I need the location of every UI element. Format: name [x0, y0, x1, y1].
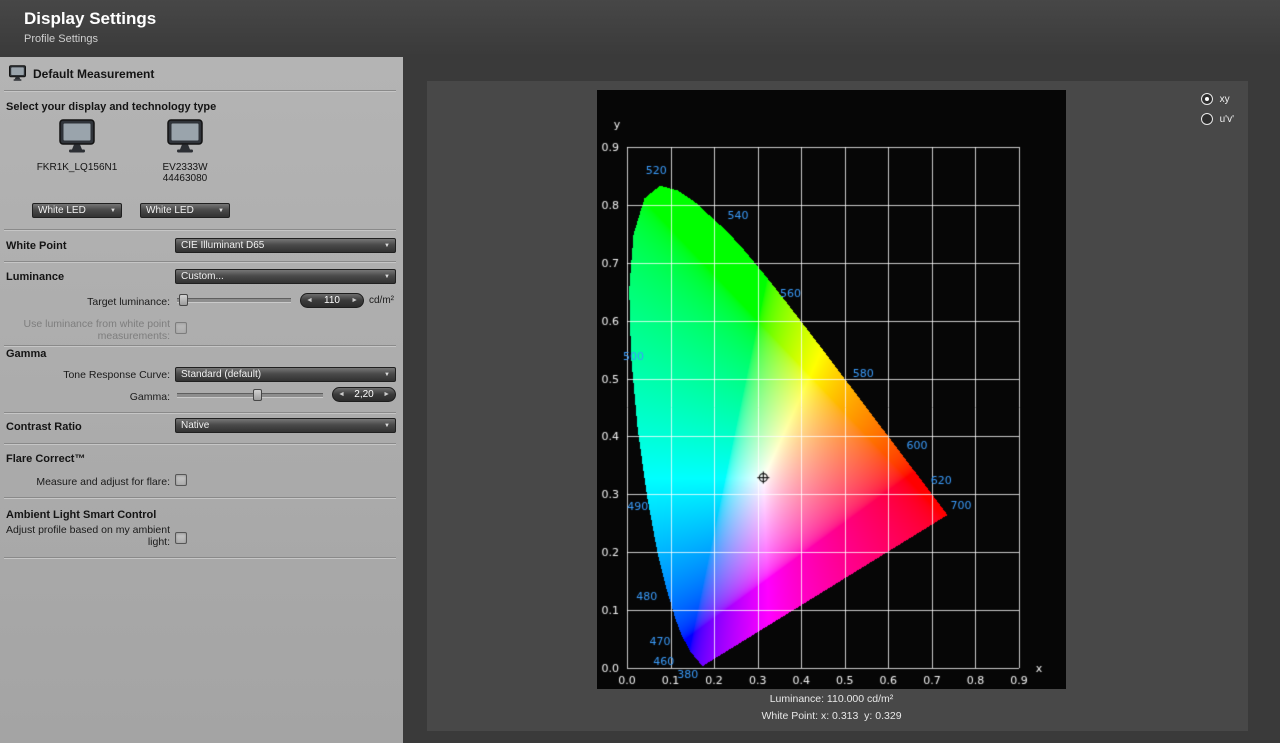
chromaticity-panel: Luminance: 110.000 cd/m² White Point: x:… — [427, 81, 1248, 731]
luminance-dropdown[interactable]: Custom... ▼ — [175, 269, 396, 284]
gamma-spinner[interactable]: ◄ 2,20 ► — [332, 387, 396, 402]
white-point-label: White Point — [6, 240, 67, 252]
luminance-unit-label: cd/m² — [369, 295, 394, 306]
chevron-down-icon: ▼ — [384, 274, 390, 280]
display-option-2[interactable]: EV2333W 44463080 — [130, 119, 240, 184]
white-point-readout: White Point: x: 0.313 y: 0.329 — [597, 708, 1066, 725]
display-name: EV2333W — [130, 162, 240, 173]
display-serial: 44463080 — [130, 173, 240, 184]
use-wp-luminance-checkbox[interactable] — [175, 322, 187, 334]
white-point-dropdown[interactable]: CIE Illuminant D65 ▼ — [175, 238, 396, 253]
slider-track[interactable] — [177, 393, 323, 398]
technology-dropdown-1[interactable]: White LED ▼ — [32, 203, 122, 218]
monitor-icon — [56, 119, 98, 155]
decrement-icon[interactable]: ◄ — [338, 391, 345, 398]
chevron-down-icon: ▼ — [384, 372, 390, 378]
luminance-readout: Luminance: 110.000 cd/m² — [597, 691, 1066, 708]
gamma-value-label: Gamma: — [0, 391, 170, 403]
monitor-icon — [164, 119, 206, 155]
contrast-ratio-dropdown-value: Native — [181, 420, 380, 431]
gamma-value: 2,20 — [345, 389, 383, 400]
slider-handle[interactable] — [253, 389, 262, 401]
flare-correct-label: Flare Correct™ — [6, 453, 85, 465]
chart-column: Luminance: 110.000 cd/m² White Point: x:… — [597, 90, 1066, 725]
technology-dropdown-2-value: White LED — [146, 205, 214, 216]
ambient-light-label: Ambient Light Smart Control — [6, 509, 156, 521]
panel-head: Default Measurement — [8, 65, 154, 82]
divider — [4, 557, 396, 559]
trc-dropdown[interactable]: Standard (default) ▼ — [175, 367, 396, 382]
monitor-icon — [8, 65, 27, 82]
gamma-slider[interactable] — [177, 389, 323, 401]
page-subtitle: Profile Settings — [24, 33, 98, 45]
gamma-section-label: Gamma — [6, 348, 46, 360]
divider — [4, 497, 396, 499]
radio-xy-label: xy — [1220, 94, 1230, 105]
radio-unselected-icon — [1201, 113, 1213, 125]
target-luminance-label: Target luminance: — [0, 296, 170, 308]
display-name: FKR1K_LQ156N1 — [22, 162, 132, 173]
chevron-down-icon: ▼ — [110, 208, 116, 214]
chart-readouts: Luminance: 110.000 cd/m² White Point: x:… — [597, 691, 1066, 725]
display-option-1[interactable]: FKR1K_LQ156N1 — [22, 119, 132, 173]
trc-label: Tone Response Curve: — [0, 369, 170, 381]
cie-canvas — [597, 90, 1066, 689]
contrast-ratio-dropdown[interactable]: Native ▼ — [175, 418, 396, 433]
chevron-down-icon: ▼ — [384, 423, 390, 429]
divider — [4, 261, 396, 263]
radio-uv-label: u'v' — [1220, 114, 1234, 125]
ambient-checkbox[interactable] — [175, 532, 187, 544]
decrement-icon[interactable]: ◄ — [306, 297, 313, 304]
radio-selected-icon — [1201, 93, 1213, 105]
contrast-ratio-label: Contrast Ratio — [6, 421, 82, 433]
trc-dropdown-value: Standard (default) — [181, 369, 380, 380]
slider-track[interactable] — [177, 298, 291, 303]
technology-dropdown-2[interactable]: White LED ▼ — [140, 203, 230, 218]
target-luminance-slider[interactable] — [177, 294, 291, 306]
use-wp-luminance-label: Use luminance from white point measureme… — [0, 318, 170, 342]
divider — [4, 412, 396, 414]
luminance-dropdown-value: Custom... — [181, 271, 380, 282]
luminance-label: Luminance — [6, 271, 64, 283]
target-luminance-value: 110 — [313, 295, 351, 306]
flare-checkbox-label: Measure and adjust for flare: — [0, 476, 170, 488]
technology-dropdown-1-value: White LED — [38, 205, 106, 216]
divider — [4, 90, 396, 92]
flare-checkbox[interactable] — [175, 474, 187, 486]
measurement-settings-panel: Default Measurement Select your display … — [0, 57, 403, 743]
radio-uv[interactable]: u'v' — [1201, 113, 1234, 125]
chevron-down-icon: ▼ — [384, 243, 390, 249]
header: Display Settings Profile Settings — [0, 0, 1280, 57]
radio-xy[interactable]: xy — [1201, 93, 1234, 105]
page-title: Display Settings — [24, 9, 156, 29]
ambient-checkbox-label: Adjust profile based on my ambient light… — [0, 524, 170, 548]
display-settings-window: Display Settings Profile Settings Defaul… — [0, 0, 1280, 743]
divider — [4, 229, 396, 231]
chevron-down-icon: ▼ — [218, 208, 224, 214]
white-point-dropdown-value: CIE Illuminant D65 — [181, 240, 380, 251]
panel-section-title: Default Measurement — [33, 67, 154, 81]
increment-icon[interactable]: ► — [383, 391, 390, 398]
divider — [4, 345, 396, 347]
increment-icon[interactable]: ► — [351, 297, 358, 304]
axis-mode-radios: xy u'v' — [1201, 93, 1234, 133]
divider — [4, 443, 396, 445]
select-display-label: Select your display and technology type — [6, 101, 216, 113]
slider-handle[interactable] — [179, 294, 188, 306]
target-luminance-spinner[interactable]: ◄ 110 ► — [300, 293, 364, 308]
